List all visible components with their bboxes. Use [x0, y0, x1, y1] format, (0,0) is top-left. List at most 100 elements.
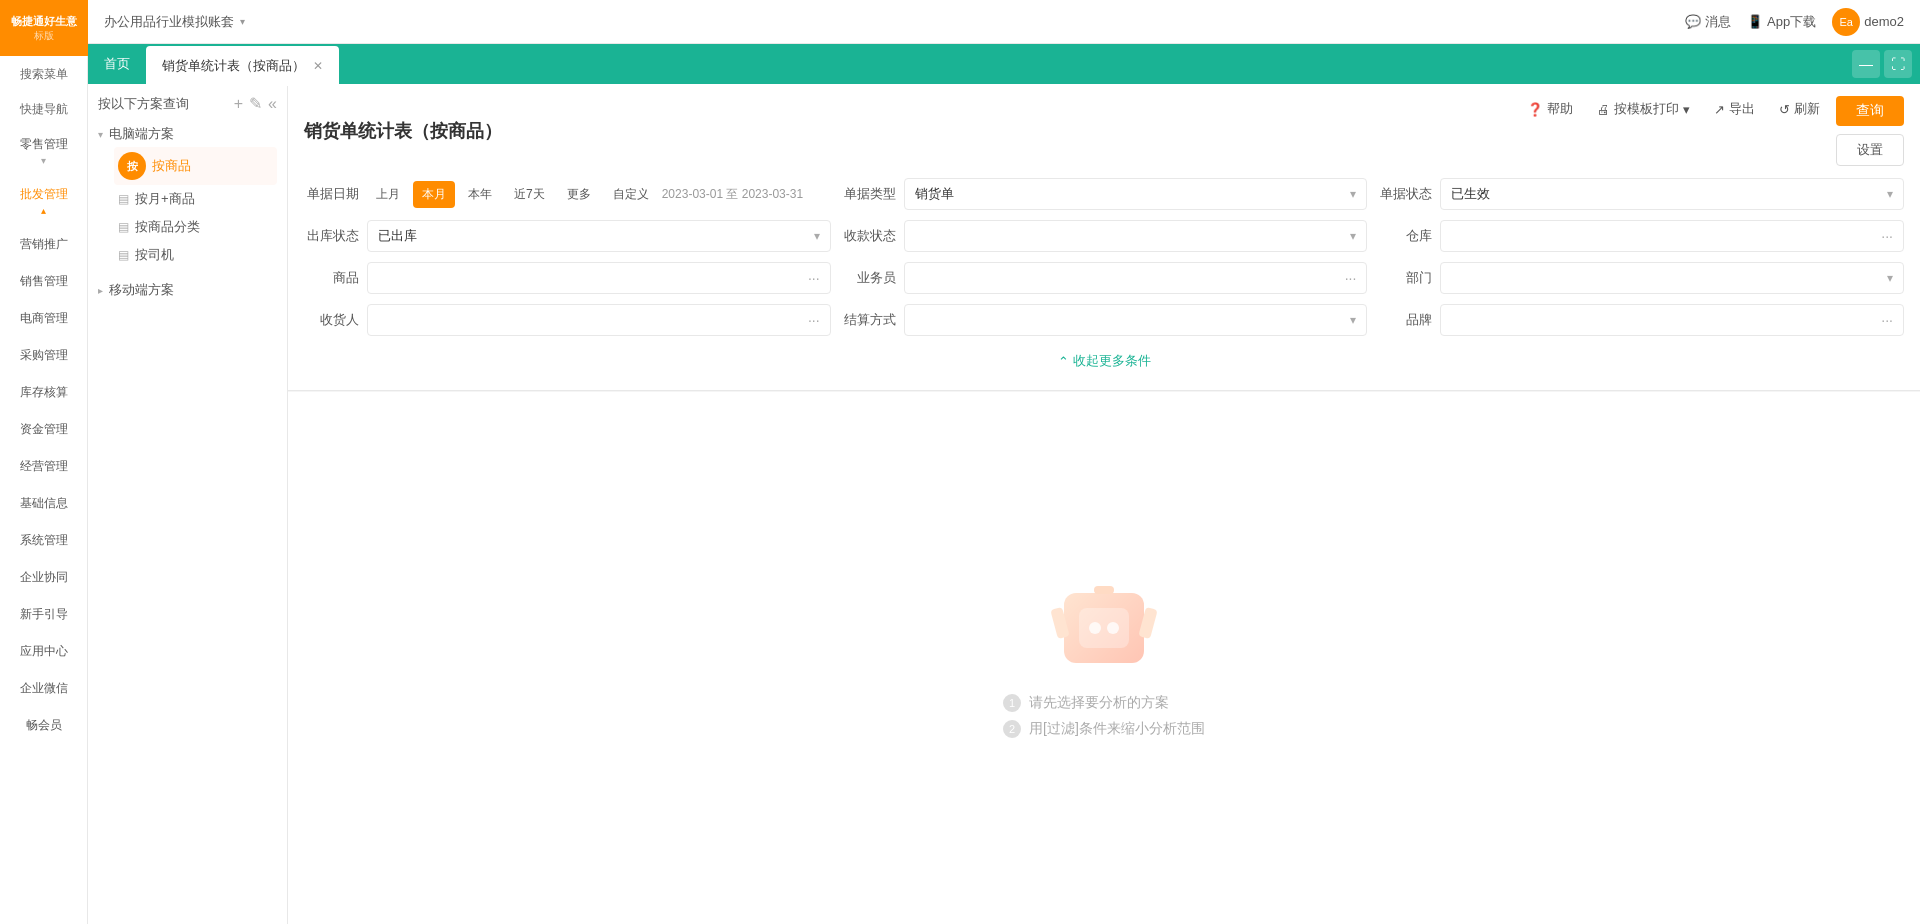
- refresh-btn[interactable]: ↺ 刷新: [1771, 96, 1828, 122]
- sidebar-item-wechat[interactable]: 企业微信: [0, 670, 87, 707]
- message-icon: 💬: [1685, 14, 1701, 29]
- warehouse-field[interactable]: ···: [1440, 220, 1904, 252]
- date-btn-this-month[interactable]: 本月: [413, 181, 455, 208]
- scheme-by-driver[interactable]: ▤ 按司机: [114, 241, 277, 269]
- product-filter-item: 商品 ···: [304, 262, 831, 294]
- sidebar-item-system[interactable]: 系统管理: [0, 522, 87, 559]
- sidebar-item-label: 库存核算: [20, 384, 68, 401]
- date-btn-last-month[interactable]: 上月: [367, 181, 409, 208]
- empty-step-2-label: 用[过滤]条件来缩小分析范围: [1029, 720, 1205, 738]
- tab-maximize-btn[interactable]: ⛶: [1884, 50, 1912, 78]
- edit-scheme-btn[interactable]: ✎: [249, 94, 262, 113]
- tab-sales-stat[interactable]: 销货单统计表（按商品） ✕: [146, 46, 339, 86]
- print-chevron-icon: ▾: [1683, 102, 1690, 117]
- help-btn[interactable]: ❓ 帮助: [1519, 96, 1581, 122]
- sidebar-item-label: 应用中心: [20, 643, 68, 660]
- sidebar-item-purchase[interactable]: 采购管理: [0, 337, 87, 374]
- sidebar-item-sales[interactable]: 销售管理: [0, 263, 87, 300]
- setting-button[interactable]: 设置: [1836, 134, 1904, 166]
- warehouse-label: 仓库: [1377, 227, 1432, 245]
- recipient-label: 收货人: [304, 311, 359, 329]
- filter-row-1: 单据日期 上月 本月 本年 近7天 更多 自定义 2023-03-01 至 20…: [304, 178, 1904, 210]
- message-btn[interactable]: 💬 消息: [1685, 13, 1731, 31]
- tab-minimize-btn[interactable]: —: [1852, 50, 1880, 78]
- dept-label: 部门: [1377, 269, 1432, 287]
- sidebar-item-label: 资金管理: [20, 421, 68, 438]
- page-title: 销货单统计表（按商品）: [304, 119, 502, 143]
- quick-nav[interactable]: 快捷导航: [0, 93, 87, 126]
- product-dots-icon: ···: [808, 270, 820, 286]
- out-status-field[interactable]: 已出库 ▾: [367, 220, 831, 252]
- sidebar-item-marketing[interactable]: 营销推广: [0, 226, 87, 263]
- date-btn-more[interactable]: 更多: [558, 181, 600, 208]
- mobile-group[interactable]: ▸ 移动端方案: [98, 277, 277, 303]
- tab-sales-stat-label: 销货单统计表（按商品）: [162, 57, 305, 75]
- filter-title-row: 销货单统计表（按商品） ❓ 帮助 🖨 按模板打印 ▾: [304, 96, 1904, 166]
- user-profile[interactable]: Ea demo2: [1832, 8, 1904, 36]
- user-name: demo2: [1864, 14, 1904, 29]
- scheme-icon: ▤: [118, 248, 129, 262]
- tab-close-icon[interactable]: ✕: [313, 59, 323, 73]
- sidebar-item-member[interactable]: 畅会员: [0, 707, 87, 744]
- out-status-chevron-icon: ▾: [814, 229, 820, 243]
- scheme-by-product[interactable]: 按 按商品: [114, 147, 277, 185]
- dept-filter-item: 部门 ▾: [1377, 262, 1904, 294]
- sidebar-item-retail[interactable]: 零售管理 ▾: [0, 126, 87, 176]
- collapse-btn[interactable]: ⌃ 收起更多条件: [1058, 352, 1151, 370]
- payment-field[interactable]: ▾: [904, 220, 1368, 252]
- mobile-group-label: 移动端方案: [109, 281, 174, 299]
- date-btn-this-year[interactable]: 本年: [459, 181, 501, 208]
- desktop-group[interactable]: ▾ 电脑端方案: [98, 121, 277, 147]
- sidebar-item-operation[interactable]: 经营管理: [0, 448, 87, 485]
- top-right-buttons: 查询 设置: [1836, 96, 1904, 166]
- tab-home-label: 首页: [104, 55, 130, 73]
- print-btn[interactable]: 🖨 按模板打印 ▾: [1589, 96, 1698, 122]
- step-num-2: 2: [1003, 720, 1021, 738]
- desktop-group-label: 电脑端方案: [109, 125, 174, 143]
- salesman-dots-icon: ···: [1345, 270, 1357, 286]
- payment-method-field[interactable]: ▾: [904, 304, 1368, 336]
- expand-icon: ▾: [41, 155, 46, 166]
- product-label: 商品: [304, 269, 359, 287]
- search-menu[interactable]: 搜索菜单: [0, 56, 87, 93]
- sidebar-item-ecommerce[interactable]: 电商管理: [0, 300, 87, 337]
- query-button[interactable]: 查询: [1836, 96, 1904, 126]
- doc-type-field[interactable]: 销货单 ▾: [904, 178, 1368, 210]
- sidebar-item-basic[interactable]: 基础信息: [0, 485, 87, 522]
- product-field[interactable]: ···: [367, 262, 831, 294]
- recipient-field[interactable]: ···: [367, 304, 831, 336]
- empty-instructions: 1 请先选择要分析的方案 2 用[过滤]条件来缩小分析范围: [1003, 694, 1205, 738]
- export-icon: ↗: [1714, 102, 1725, 117]
- collapse-panel-btn[interactable]: «: [268, 95, 277, 113]
- filter-row-2: 出库状态 已出库 ▾ 收款状态 ▾ 仓库: [304, 220, 1904, 252]
- scheme-by-driver-label: 按司机: [135, 246, 174, 264]
- sidebar-item-finance[interactable]: 资金管理: [0, 411, 87, 448]
- action-buttons: ❓ 帮助 🖨 按模板打印 ▾ ↗ 导出: [1519, 96, 1828, 122]
- payment-method-label: 结算方式: [841, 311, 896, 329]
- scheme-by-month-product[interactable]: ▤ 按月+商品: [114, 185, 277, 213]
- sidebar-item-wholesale[interactable]: 批发管理 ▴: [0, 176, 87, 226]
- dept-field[interactable]: ▾: [1440, 262, 1904, 294]
- empty-step-1-label: 请先选择要分析的方案: [1029, 694, 1169, 712]
- brand-field[interactable]: ···: [1440, 304, 1904, 336]
- add-scheme-btn[interactable]: +: [234, 95, 243, 113]
- salesman-field[interactable]: ···: [904, 262, 1368, 294]
- doc-status-field[interactable]: 已生效 ▾: [1440, 178, 1904, 210]
- sidebar-item-label: 营销推广: [20, 236, 68, 253]
- app-download-btn[interactable]: 📱 App下载: [1747, 13, 1816, 31]
- date-btn-custom[interactable]: 自定义: [604, 181, 658, 208]
- date-btn-7days[interactable]: 近7天: [505, 181, 554, 208]
- sidebar-item-inventory[interactable]: 库存核算: [0, 374, 87, 411]
- sidebar-item-label: 批发管理: [20, 186, 68, 203]
- brand-dots-icon: ···: [1881, 312, 1893, 328]
- avatar: Ea: [1832, 8, 1860, 36]
- sidebar-item-appstore[interactable]: 应用中心: [0, 633, 87, 670]
- doc-type-value: 销货单: [915, 185, 1351, 203]
- sidebar-item-guide[interactable]: 新手引导: [0, 596, 87, 633]
- export-btn[interactable]: ↗ 导出: [1706, 96, 1763, 122]
- industry-selector[interactable]: 办公用品行业模拟账套 ▾: [104, 13, 245, 31]
- scheme-by-category[interactable]: ▤ 按商品分类: [114, 213, 277, 241]
- sidebar-item-enterprise[interactable]: 企业协同: [0, 559, 87, 596]
- payment-method-filter-item: 结算方式 ▾: [841, 304, 1368, 336]
- tab-home[interactable]: 首页: [88, 44, 146, 84]
